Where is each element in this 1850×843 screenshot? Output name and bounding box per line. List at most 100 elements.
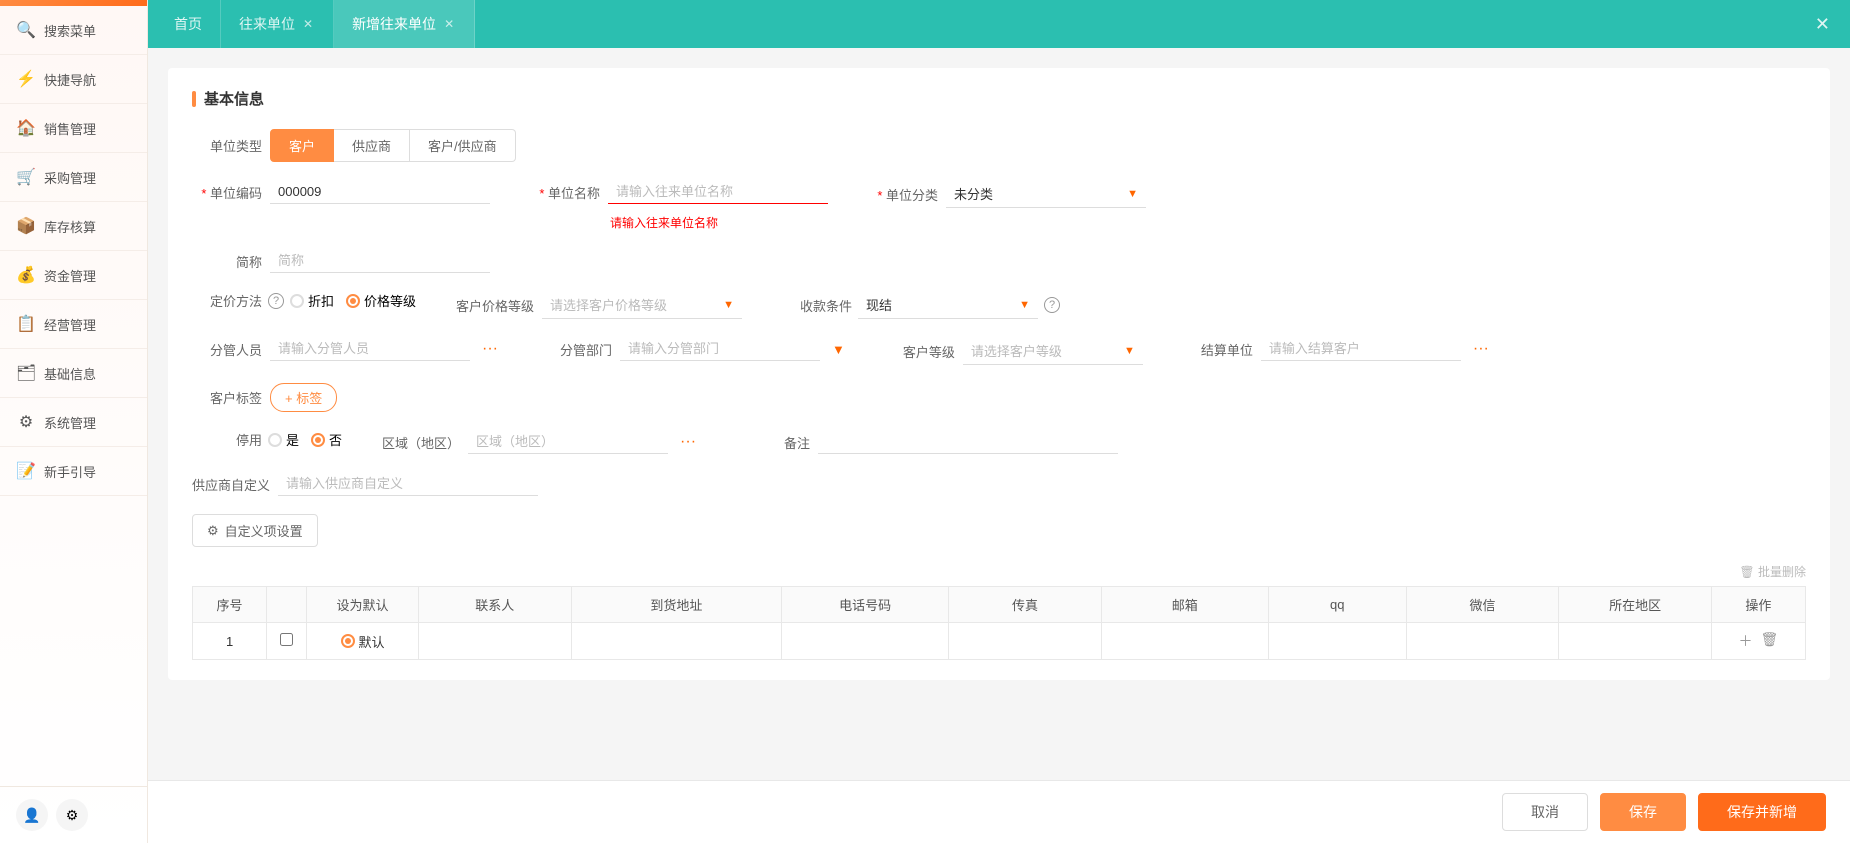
region-label: 区域（地区） (382, 433, 460, 452)
default-radio-dot[interactable] (341, 634, 355, 648)
customer-price-label: 客户价格等级 (456, 296, 534, 315)
wechat-input[interactable] (1443, 634, 1523, 649)
sidebar-item-basic-info[interactable]: 🗂 基础信息 (0, 349, 147, 398)
qq-input[interactable] (1302, 634, 1372, 649)
row-phone[interactable] (782, 623, 949, 660)
unit-category-select[interactable]: 未分类 ▼ (946, 180, 1146, 208)
remark-input[interactable] (818, 430, 1118, 454)
manager-more-btn[interactable]: ··· (478, 340, 502, 358)
sidebar-item-purchase[interactable]: 🛒 采购管理 (0, 153, 147, 202)
sidebar-item-inventory[interactable]: 📦 库存核算 (0, 202, 147, 251)
col-action: 操作 (1711, 587, 1805, 623)
remark-group: 备注 (740, 430, 1118, 454)
cancel-button[interactable]: 取消 (1502, 793, 1588, 831)
settlement-input[interactable] (1261, 337, 1461, 361)
tag-row: 客户标签 + 标签 (192, 383, 1806, 412)
type-btn-both[interactable]: 客户/供应商 (410, 129, 516, 162)
add-row-btn[interactable]: ＋ (1739, 631, 1753, 651)
save-and-new-button[interactable]: 保存并新增 (1698, 793, 1826, 831)
unit-type-label: 单位类型 (192, 136, 262, 155)
sidebar-item-finance[interactable]: 💰 资金管理 (0, 251, 147, 300)
col-email: 邮箱 (1101, 587, 1268, 623)
tab-partners[interactable]: 往来单位 ✕ (221, 0, 334, 48)
disabled-yes[interactable]: 是 (268, 430, 299, 449)
address-input[interactable] (616, 634, 736, 649)
table-row: 1 默认 (193, 623, 1806, 660)
supplier-custom-row: 供应商自定义 (192, 472, 1806, 496)
row-fax[interactable] (949, 623, 1102, 660)
chevron-down-icon: ▼ (723, 299, 734, 311)
default-radio[interactable]: 默认 (319, 632, 406, 651)
unit-name-input[interactable] (608, 180, 828, 204)
sidebar-item-operations[interactable]: 📋 经营管理 (0, 300, 147, 349)
payment-help-icon[interactable]: ? (1044, 297, 1060, 313)
sidebar-item-system[interactable]: ⚙ 系统管理 (0, 398, 147, 447)
sidebar-item-guide[interactable]: 📝 新手引导 (0, 447, 147, 496)
settlement-more-btn[interactable]: ··· (1469, 340, 1493, 358)
row-checkbox[interactable] (267, 623, 307, 660)
sidebar: 🔍 搜索菜单 ⚡ 快捷导航 🏠 销售管理 🛒 采购管理 📦 库存核算 💰 资金管… (0, 0, 148, 843)
tab-partners-close[interactable]: ✕ (301, 15, 315, 33)
col-qq: qq (1268, 587, 1406, 623)
phone-input[interactable] (820, 634, 910, 649)
row-wechat[interactable] (1406, 623, 1559, 660)
batch-delete-label[interactable]: 批量删除 (1758, 565, 1806, 579)
supplier-custom-input[interactable] (278, 472, 538, 496)
disabled-no-label: 否 (329, 430, 342, 449)
region-table-input[interactable] (1595, 634, 1675, 649)
pricing-help-icon[interactable]: ? (268, 293, 284, 309)
section-title-icon (192, 91, 196, 107)
row-email[interactable] (1101, 623, 1268, 660)
payment-terms-select[interactable]: 现结 ▼ (858, 291, 1038, 319)
window-close-button[interactable]: ✕ (1803, 14, 1842, 35)
col-phone: 电话号码 (782, 587, 949, 623)
pricing-group: 定价方法 ? 折扣 价格等级 (192, 291, 416, 310)
sidebar-item-label: 系统管理 (44, 413, 96, 432)
pricing-level-radio[interactable] (346, 294, 360, 308)
pricing-level[interactable]: 价格等级 (346, 291, 416, 310)
region-more-btn[interactable]: ··· (676, 433, 700, 451)
contact-input[interactable] (455, 634, 535, 649)
region-input[interactable] (468, 430, 668, 454)
delete-row-btn[interactable]: 🗑 (1761, 631, 1779, 651)
custom-settings-button[interactable]: ⚙ 自定义项设置 (192, 514, 318, 547)
sidebar-item-search[interactable]: 🔍 搜索菜单 (0, 6, 147, 55)
disabled-no[interactable]: 否 (311, 430, 342, 449)
dept-input[interactable] (620, 337, 820, 361)
sidebar-item-quick-nav[interactable]: ⚡ 快捷导航 (0, 55, 147, 104)
save-button[interactable]: 保存 (1600, 793, 1686, 831)
tab-new-partner[interactable]: 新增往来单位 ✕ (334, 0, 475, 48)
unit-code-group: 单位编码 (192, 180, 490, 204)
add-tag-button[interactable]: + 标签 (270, 383, 337, 412)
type-btn-customer[interactable]: 客户 (270, 129, 334, 162)
customer-price-select[interactable]: 请选择客户价格等级 ▼ (542, 291, 742, 319)
disabled-yes-radio[interactable] (268, 433, 282, 447)
abbr-input[interactable] (270, 249, 490, 273)
sidebar-item-sales[interactable]: 🏠 销售管理 (0, 104, 147, 153)
supplier-custom-label: 供应商自定义 (192, 475, 270, 494)
unit-category-group: 单位分类 未分类 ▼ (868, 180, 1146, 208)
tab-home[interactable]: 首页 (156, 0, 221, 48)
footer-bar: 取消 保存 保存并新增 (148, 780, 1850, 843)
disabled-no-radio[interactable] (311, 433, 325, 447)
row-qq[interactable] (1268, 623, 1406, 660)
row-checkbox-input[interactable] (280, 633, 293, 646)
tab-new-partner-close[interactable]: ✕ (442, 15, 456, 33)
unit-code-row: 单位编码 单位名称 请输入往来单位名称 单位分类 未分类 ▼ (192, 180, 1806, 231)
user-avatar[interactable]: 👤 (16, 799, 48, 831)
email-input[interactable] (1140, 634, 1230, 649)
settings-icon[interactable]: ⚙ (56, 799, 88, 831)
type-btn-supplier[interactable]: 供应商 (334, 129, 410, 162)
pricing-discount-label: 折扣 (308, 291, 334, 310)
pricing-discount-radio[interactable] (290, 294, 304, 308)
disabled-yes-label: 是 (286, 430, 299, 449)
unit-code-input[interactable] (270, 180, 490, 204)
manager-input[interactable] (270, 337, 470, 361)
row-contact[interactable] (418, 623, 571, 660)
row-address[interactable] (571, 623, 782, 660)
pricing-discount[interactable]: 折扣 (290, 291, 334, 310)
row-region[interactable] (1559, 623, 1712, 660)
fax-input[interactable] (985, 634, 1065, 649)
customer-level-select[interactable]: 请选择客户等级 ▼ (963, 337, 1143, 365)
pricing-label: 定价方法 (192, 291, 262, 310)
